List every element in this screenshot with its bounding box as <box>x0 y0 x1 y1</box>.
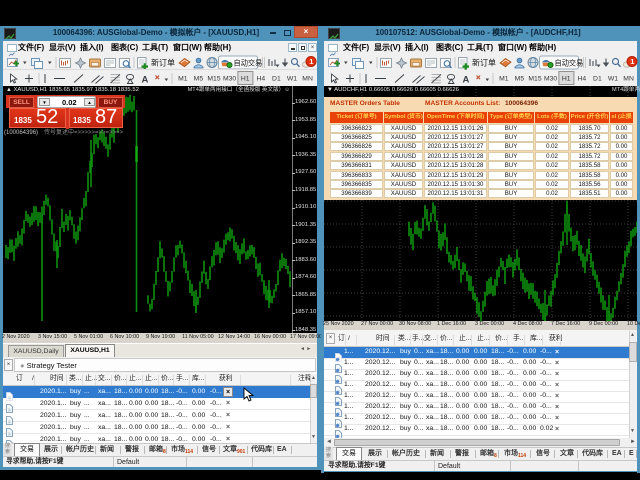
svg-text:W1: W1 <box>608 76 618 83</box>
svg-text:H1: H1 <box>241 76 250 83</box>
svg-text:H4: H4 <box>256 76 265 83</box>
svg-text:M30: M30 <box>223 76 236 83</box>
svg-text:1: 1 <box>630 57 634 66</box>
svg-text:M1: M1 <box>499 76 509 83</box>
svg-text:A: A <box>142 75 149 86</box>
svg-text:新订单: 新订单 <box>472 58 496 68</box>
svg-text:MN: MN <box>623 76 634 83</box>
svg-text:D1: D1 <box>593 76 602 83</box>
svg-text:M5: M5 <box>515 76 525 83</box>
svg-text:自动交易: 自动交易 <box>555 59 584 68</box>
svg-text:M30: M30 <box>544 76 557 83</box>
svg-text:自动交易: 自动交易 <box>234 59 263 68</box>
svg-text:1: 1 <box>309 57 313 66</box>
svg-text:M15: M15 <box>528 76 541 83</box>
svg-text:M15: M15 <box>207 76 220 83</box>
svg-text:W1: W1 <box>287 76 297 83</box>
svg-text:A: A <box>463 75 470 86</box>
svg-text:H4: H4 <box>577 76 586 83</box>
svg-text:M5: M5 <box>194 76 204 83</box>
svg-text:MN: MN <box>302 76 313 83</box>
svg-text:H1: H1 <box>562 76 571 83</box>
svg-text:M1: M1 <box>178 76 188 83</box>
svg-text:新订单: 新订单 <box>151 58 175 68</box>
svg-text:D1: D1 <box>272 76 281 83</box>
